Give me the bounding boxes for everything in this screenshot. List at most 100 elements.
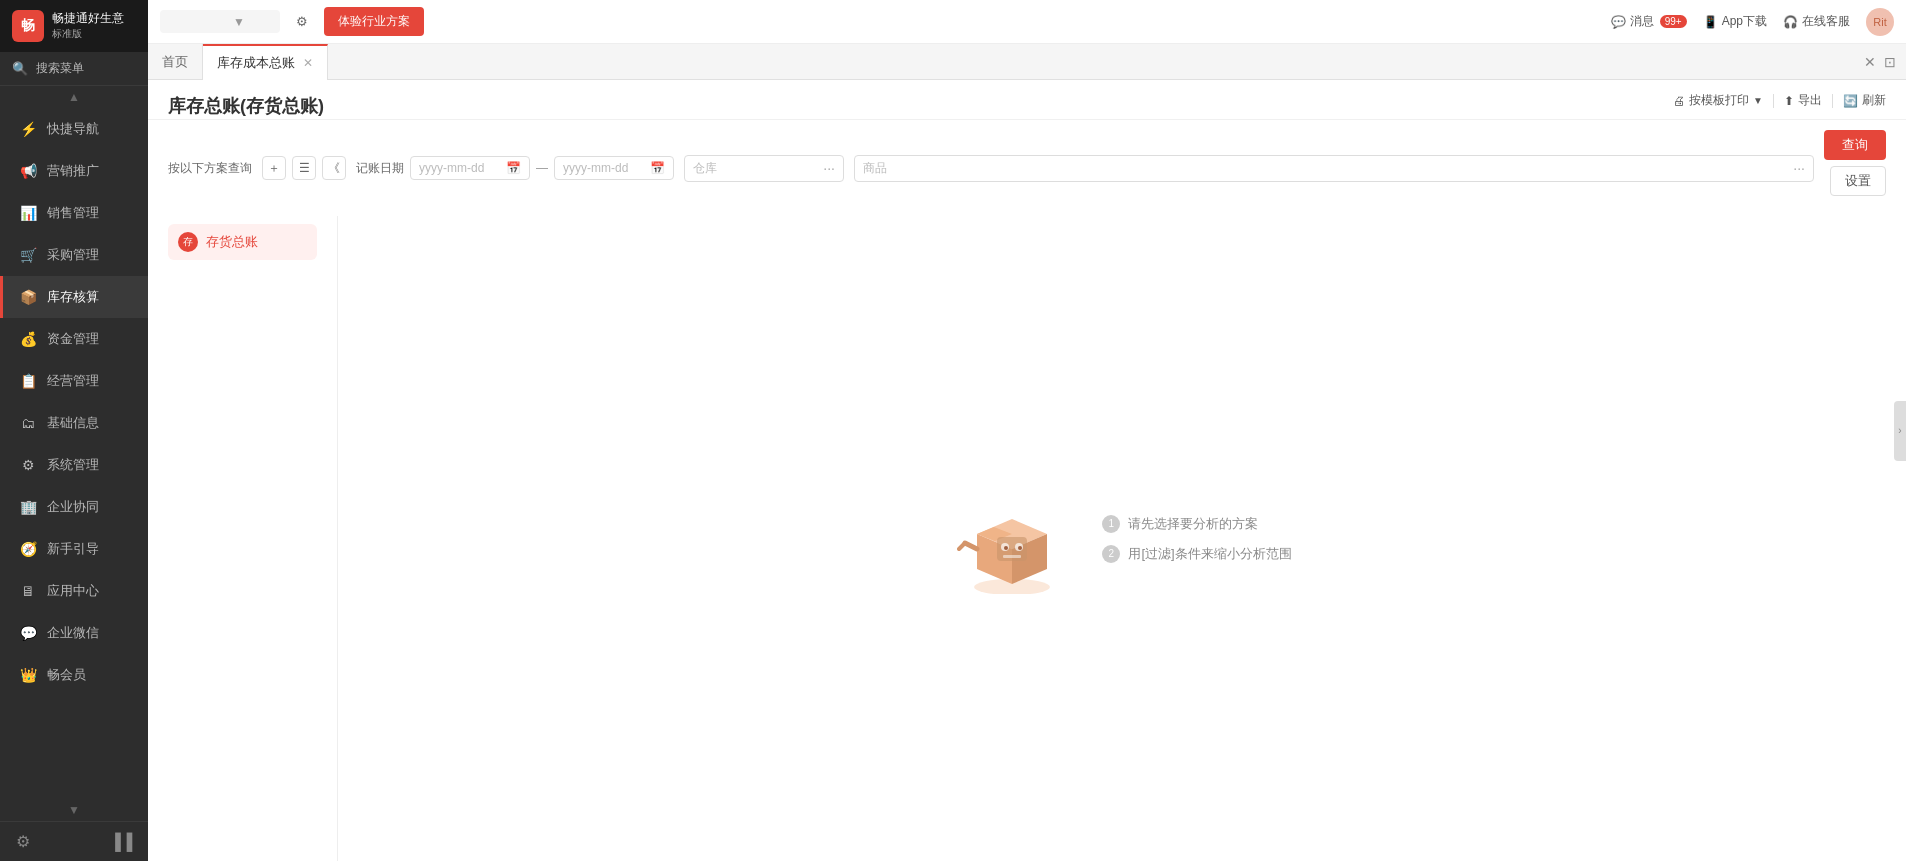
step-num-2: 2 (1102, 545, 1120, 563)
sidebar-item-appcenter[interactable]: 🖥 应用中心 (0, 570, 148, 612)
sidebar-item-wechat[interactable]: 💬 企业微信 (0, 612, 148, 654)
expand-btn[interactable]: ⊡ (1884, 54, 1896, 70)
export-icon: ⬆ (1784, 94, 1794, 108)
app-download-btn[interactable]: 📱 App下载 (1703, 13, 1767, 30)
step1-text: 请先选择要分析的方案 (1128, 515, 1258, 533)
breadcrumb[interactable]: ▼ (160, 10, 280, 33)
sidebar-item-quick-nav[interactable]: ⚡ 快捷导航 (0, 108, 148, 150)
step2-text: 用[过滤]条件来缩小分析范围 (1128, 545, 1291, 563)
basic-icon: 🗂 (19, 415, 37, 431)
tab-inventory-ledger[interactable]: 库存成本总账 ✕ (203, 44, 328, 80)
quick-nav-icon: ⚡ (19, 121, 37, 137)
goods-placeholder: 商品 (863, 160, 887, 177)
scheme-selector: 存 存货总账 (148, 216, 338, 861)
breadcrumb-text (170, 14, 225, 29)
sidebar-item-label: 新手引导 (47, 540, 99, 558)
sidebar-item-basic[interactable]: 🗂 基础信息 (0, 402, 148, 444)
sidebar-item-label: 采购管理 (47, 246, 99, 264)
tab-home[interactable]: 首页 (148, 44, 203, 80)
svg-line-11 (965, 543, 977, 549)
date-separator: — (536, 161, 548, 175)
manage-scheme-btn[interactable]: ☰ (292, 156, 316, 180)
topbar: ▼ ⚙ 体验行业方案 💬 消息 99+ 📱 App下载 🎧 在线客服 Rit (148, 0, 1906, 44)
online-service-btn[interactable]: 🎧 在线客服 (1783, 13, 1850, 30)
inventory-icon: 📦 (19, 289, 37, 305)
message-icon: 💬 (1611, 15, 1626, 29)
date-start-placeholder: yyyy-mm-dd (419, 161, 484, 175)
scroll-up-btn[interactable]: ▲ (0, 86, 148, 108)
finance-icon: 💰 (19, 331, 37, 347)
empty-step1: 1 请先选择要分析的方案 (1102, 515, 1291, 533)
sidebar-item-system[interactable]: ⚙ 系统管理 (0, 444, 148, 486)
gear-icon: ⚙ (296, 14, 308, 29)
divider (1773, 94, 1774, 108)
filter-bar: 按以下方案查询 ＋ ☰ 《 记账日期 yyyy-mm-dd 📅 — yyyy-m… (148, 119, 1906, 216)
logo-icon: 畅 (12, 10, 44, 42)
topbar-right: 💬 消息 99+ 📱 App下载 🎧 在线客服 Rit (1611, 8, 1894, 36)
date-start-input[interactable]: yyyy-mm-dd 📅 (410, 156, 530, 180)
scheme-item-stock-ledger[interactable]: 存 存货总账 (168, 224, 317, 260)
goods-select[interactable]: 商品 ··· (854, 155, 1814, 182)
close-panel-btn[interactable]: ✕ (1864, 54, 1876, 70)
wechat-icon: 💬 (19, 625, 37, 641)
topbar-left: ▼ ⚙ 体验行业方案 (160, 7, 1611, 36)
main-area: ▼ ⚙ 体验行业方案 💬 消息 99+ 📱 App下载 🎧 在线客服 Rit (148, 0, 1906, 861)
refresh-btn[interactable]: 🔄 刷新 (1843, 92, 1886, 109)
add-scheme-btn[interactable]: ＋ (262, 156, 286, 180)
warehouse-select[interactable]: 仓库 ··· (684, 155, 844, 182)
page-header-actions: 🖨 按模板打印 ▼ ⬆ 导出 🔄 刷新 (1673, 92, 1886, 119)
sidebar-item-label: 库存核算 (47, 288, 99, 306)
sidebar-item-member[interactable]: 👑 畅会员 (0, 654, 148, 696)
settings-icon[interactable]: ⚙ (16, 832, 30, 851)
svg-line-12 (959, 543, 965, 549)
sidebar-item-corp[interactable]: 🏢 企业协同 (0, 486, 148, 528)
corp-icon: 🏢 (19, 499, 37, 515)
industry-btn[interactable]: 体验行业方案 (324, 7, 424, 36)
sidebar-item-sales[interactable]: 📊 销售管理 (0, 192, 148, 234)
app-name: 畅捷通好生意 (52, 11, 124, 27)
query-panel: 查询 设置 (1824, 130, 1886, 206)
topbar-gear-btn[interactable]: ⚙ (288, 8, 316, 36)
print-icon: 🖨 (1673, 94, 1685, 108)
member-icon: 👑 (19, 667, 37, 683)
sidebar-item-marketing[interactable]: 📢 营销推广 (0, 150, 148, 192)
export-btn[interactable]: ⬆ 导出 (1784, 92, 1822, 109)
sidebar-item-label: 快捷导航 (47, 120, 99, 138)
sidebar-item-label: 应用中心 (47, 582, 99, 600)
date-input-group: 记账日期 yyyy-mm-dd 📅 — yyyy-mm-dd 📅 (356, 156, 674, 180)
scroll-down-btn[interactable]: ▼ (0, 799, 148, 821)
query-btn[interactable]: 查询 (1824, 130, 1886, 160)
print-dropdown-icon: ▼ (1753, 95, 1763, 106)
sidebar-item-operation[interactable]: 📋 经营管理 (0, 360, 148, 402)
collapse-filter-btn[interactable]: 《 (322, 156, 346, 180)
tab-home-label: 首页 (162, 53, 188, 71)
sidebar-item-guide[interactable]: 🧭 新手引导 (0, 528, 148, 570)
sidebar-item-label: 资金管理 (47, 330, 99, 348)
print-btn[interactable]: 🖨 按模板打印 ▼ (1673, 92, 1763, 109)
sidebar-item-purchase[interactable]: 🛒 采购管理 (0, 234, 148, 276)
date-label: 记账日期 (356, 160, 404, 177)
setting-btn[interactable]: 设置 (1830, 166, 1886, 196)
app-icon: 📱 (1703, 15, 1718, 29)
tab-close-btn[interactable]: ✕ (303, 56, 313, 70)
guide-icon: 🧭 (19, 541, 37, 557)
user-avatar[interactable]: Rit (1866, 8, 1894, 36)
sidebar-item-label: 经营管理 (47, 372, 99, 390)
sidebar-bottom: ⚙ ▐▐ (0, 821, 148, 861)
date-end-input[interactable]: yyyy-mm-dd 📅 (554, 156, 674, 180)
app-subtitle: 标准版 (52, 27, 124, 41)
audio-icon[interactable]: ▐▐ (109, 833, 132, 851)
more-icon2: ··· (1793, 160, 1805, 176)
main-panel: 存 存货总账 (148, 216, 1906, 861)
search-icon: 🔍 (12, 61, 28, 76)
right-collapse-handle[interactable]: › (1894, 401, 1906, 461)
date-end-placeholder: yyyy-mm-dd (563, 161, 628, 175)
message-btn[interactable]: 💬 消息 99+ (1611, 13, 1687, 30)
sidebar-item-inventory[interactable]: 📦 库存核算 (0, 276, 148, 318)
content: 库存总账(存货总账) 🖨 按模板打印 ▼ ⬆ 导出 🔄 刷新 (148, 80, 1906, 861)
sidebar-item-finance[interactable]: 💰 资金管理 (0, 318, 148, 360)
search-menu[interactable]: 🔍 搜索菜单 (0, 52, 148, 86)
filter-label: 按以下方案查询 (168, 160, 252, 177)
page-title: 库存总账(存货总账) (168, 94, 324, 118)
search-menu-label: 搜索菜单 (36, 60, 84, 77)
